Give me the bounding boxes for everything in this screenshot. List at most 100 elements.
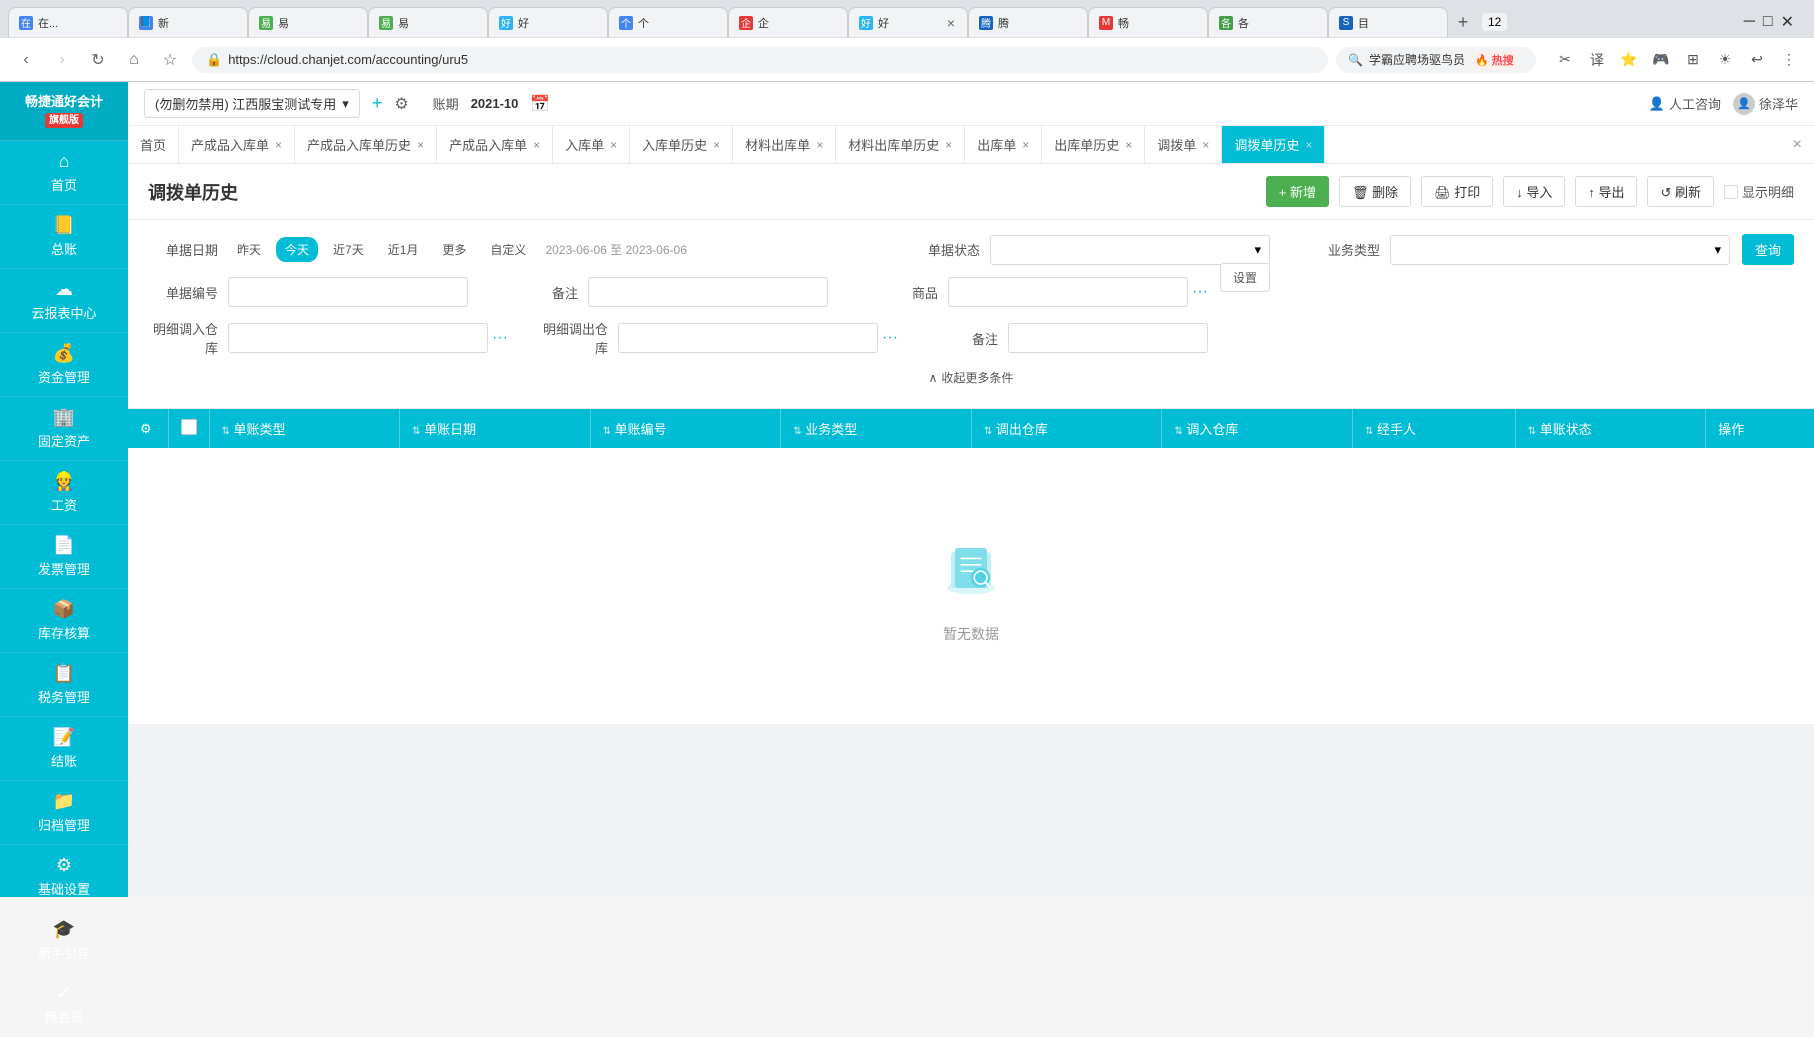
- th-doc-number[interactable]: ⇅ 单账编号: [590, 409, 781, 448]
- app-tab-material-out-close[interactable]: ×: [816, 138, 823, 152]
- sidebar-item-archive[interactable]: 📁 归档管理: [0, 781, 128, 845]
- remark-filter-input[interactable]: [588, 277, 828, 307]
- app-tab-receipt-history[interactable]: 入库单历史 ×: [630, 126, 733, 164]
- company-selector[interactable]: (勿删勿禁用) 江西服宝测试专用 ▾: [144, 89, 360, 118]
- app-tab-finished-goods-in-history[interactable]: 产成品入库单历史 ×: [295, 126, 437, 164]
- browser-tab-6[interactable]: 个 个: [608, 7, 728, 37]
- browser-tab-10[interactable]: M 畅: [1088, 7, 1208, 37]
- goods-filter-dots[interactable]: ···: [1192, 283, 1208, 301]
- bookmark-button[interactable]: ☆: [156, 46, 184, 74]
- th-biz-type[interactable]: ⇅ 业务类型: [781, 409, 972, 448]
- query-button[interactable]: 查询: [1742, 234, 1794, 265]
- th-checkbox[interactable]: [168, 409, 209, 448]
- app-tab-transfer-close[interactable]: ×: [1202, 138, 1209, 152]
- forward-button[interactable]: ›: [48, 46, 76, 74]
- sidebar-item-cloud-report[interactable]: ☁ 云报表中心: [0, 269, 128, 333]
- sidebar-item-home[interactable]: ⌂ 首页: [0, 141, 128, 205]
- app-tab-finished-goods-in2[interactable]: 产成品入库单 ×: [437, 126, 553, 164]
- docno-filter-input[interactable]: [228, 277, 468, 307]
- browser-tab-1[interactable]: 在 在...: [8, 7, 128, 37]
- th-in-warehouse[interactable]: ⇅ 调入仓库: [1162, 409, 1353, 448]
- select-all-checkbox[interactable]: [181, 419, 197, 435]
- app-tab-finished-goods-in-close[interactable]: ×: [275, 138, 282, 152]
- home-button[interactable]: ⌂: [120, 46, 148, 74]
- sidebar-item-close-books[interactable]: 📝 结账: [0, 717, 128, 781]
- app-tab-issue[interactable]: 出库单 ×: [965, 126, 1042, 164]
- browser-tab-7[interactable]: 企 企: [728, 7, 848, 37]
- sidebar-item-guide[interactable]: 🎓 新手引导: [0, 909, 128, 973]
- detail-in-dots[interactable]: ···: [492, 329, 508, 347]
- refresh-button[interactable]: ↺ 刷新: [1647, 176, 1714, 207]
- ext-translate[interactable]: 译: [1584, 47, 1610, 73]
- app-tab-receipt-history-close[interactable]: ×: [713, 138, 720, 152]
- ext-menu[interactable]: ⋮: [1776, 47, 1802, 73]
- date-btn-more[interactable]: 更多: [433, 237, 475, 262]
- ext-star[interactable]: ⭐: [1616, 47, 1642, 73]
- app-tab-transfer[interactable]: 调拨单 ×: [1145, 126, 1222, 164]
- export-button[interactable]: ↑ 导出: [1575, 176, 1637, 207]
- th-handler[interactable]: ⇅ 经手人: [1352, 409, 1515, 448]
- new-tab-button[interactable]: +: [1448, 7, 1478, 37]
- customer-service-btn[interactable]: 👤 人工咨询: [1649, 94, 1721, 113]
- date-btn-7days[interactable]: 近7天: [324, 237, 373, 262]
- browser-tab-4[interactable]: 易 易: [368, 7, 488, 37]
- setting-button[interactable]: 设置: [1220, 263, 1270, 292]
- settings-gear-icon[interactable]: ⚙: [394, 94, 408, 114]
- show-detail-checkbox[interactable]: 显示明细: [1724, 182, 1794, 201]
- sidebar-item-capital[interactable]: 💰 资金管理: [0, 333, 128, 397]
- delete-button[interactable]: 🗑 删除: [1339, 176, 1411, 207]
- browser-tab-8[interactable]: 好 好 ×: [848, 7, 968, 37]
- app-tab-transfer-history[interactable]: 调拨单历史 ×: [1222, 126, 1325, 164]
- tab-count[interactable]: 12: [1482, 13, 1507, 31]
- browser-tab-2[interactable]: 📘 新: [128, 7, 248, 37]
- browser-tab-9[interactable]: 腾 腾: [968, 7, 1088, 37]
- app-tab-material-out-history-close[interactable]: ×: [945, 138, 952, 152]
- back-button[interactable]: ‹: [12, 46, 40, 74]
- th-doc-type[interactable]: ⇅ 单账类型: [209, 409, 400, 448]
- detail-out-input[interactable]: [618, 323, 878, 353]
- app-tab-receipt-close[interactable]: ×: [610, 138, 617, 152]
- sidebar-item-invoice[interactable]: 📄 发票管理: [0, 525, 128, 589]
- ext-scissors[interactable]: ✂: [1552, 47, 1578, 73]
- app-tab-home[interactable]: 首页: [128, 126, 179, 164]
- app-tab-receipt[interactable]: 入库单 ×: [553, 126, 630, 164]
- app-tab-issue-close[interactable]: ×: [1022, 138, 1029, 152]
- browser-tab-5[interactable]: 好 好: [488, 7, 608, 37]
- detail-in-input[interactable]: [228, 323, 488, 353]
- sidebar-item-ledger[interactable]: 📒 总账: [0, 205, 128, 269]
- ext-game[interactable]: 🎮: [1648, 47, 1674, 73]
- app-tab-material-out[interactable]: 材料出库单 ×: [733, 126, 836, 164]
- sidebar-item-fixed-assets[interactable]: 🏢 固定资产: [0, 397, 128, 461]
- th-out-warehouse[interactable]: ⇅ 调出仓库: [971, 409, 1162, 448]
- app-tab-finished-goods-in2-close[interactable]: ×: [533, 138, 540, 152]
- th-doc-date[interactable]: ⇅ 单账日期: [400, 409, 591, 448]
- ext-history[interactable]: ↩: [1744, 47, 1770, 73]
- browser-tab-3[interactable]: 易 易: [248, 7, 368, 37]
- collapse-filters-button[interactable]: ∧ 收起更多条件: [929, 369, 1014, 386]
- th-doc-status[interactable]: ⇅ 单账状态: [1515, 409, 1706, 448]
- sidebar-item-settings[interactable]: ⚙ 基础设置: [0, 845, 128, 909]
- import-button[interactable]: ↓ 导入: [1503, 176, 1565, 207]
- refresh-button[interactable]: ↻: [84, 46, 112, 74]
- sidebar-item-inventory[interactable]: 📦 库存核算: [0, 589, 128, 653]
- detail-remark-input[interactable]: [1008, 323, 1208, 353]
- date-btn-1month[interactable]: 近1月: [379, 237, 428, 262]
- browser-tab-11[interactable]: 各 各: [1208, 7, 1328, 37]
- tab-close-8[interactable]: ×: [945, 16, 957, 30]
- app-tab-finished-goods-in-history-close[interactable]: ×: [417, 138, 424, 152]
- user-avatar[interactable]: 👤 徐泽华: [1733, 93, 1798, 115]
- ext-brightness[interactable]: ☀: [1712, 47, 1738, 73]
- url-bar[interactable]: 🔒 https://cloud.chanjet.com/accounting/u…: [192, 47, 1328, 73]
- restore-button[interactable]: □: [1763, 13, 1773, 31]
- ext-grid[interactable]: ⊞: [1680, 47, 1706, 73]
- biz-type-filter-select[interactable]: ▾: [1390, 235, 1730, 265]
- minimize-button[interactable]: ─: [1744, 13, 1755, 31]
- date-btn-yesterday[interactable]: 昨天: [228, 237, 270, 262]
- app-tab-issue-history[interactable]: 出库单历史 ×: [1042, 126, 1145, 164]
- sidebar-item-payroll[interactable]: 👷 工资: [0, 461, 128, 525]
- calendar-icon[interactable]: 📅: [530, 94, 550, 114]
- browser-tab-12[interactable]: S 目: [1328, 7, 1448, 37]
- add-company-button[interactable]: +: [372, 93, 383, 114]
- th-settings[interactable]: ⚙: [128, 409, 168, 448]
- tab-bar-collapse[interactable]: ×: [1781, 136, 1814, 154]
